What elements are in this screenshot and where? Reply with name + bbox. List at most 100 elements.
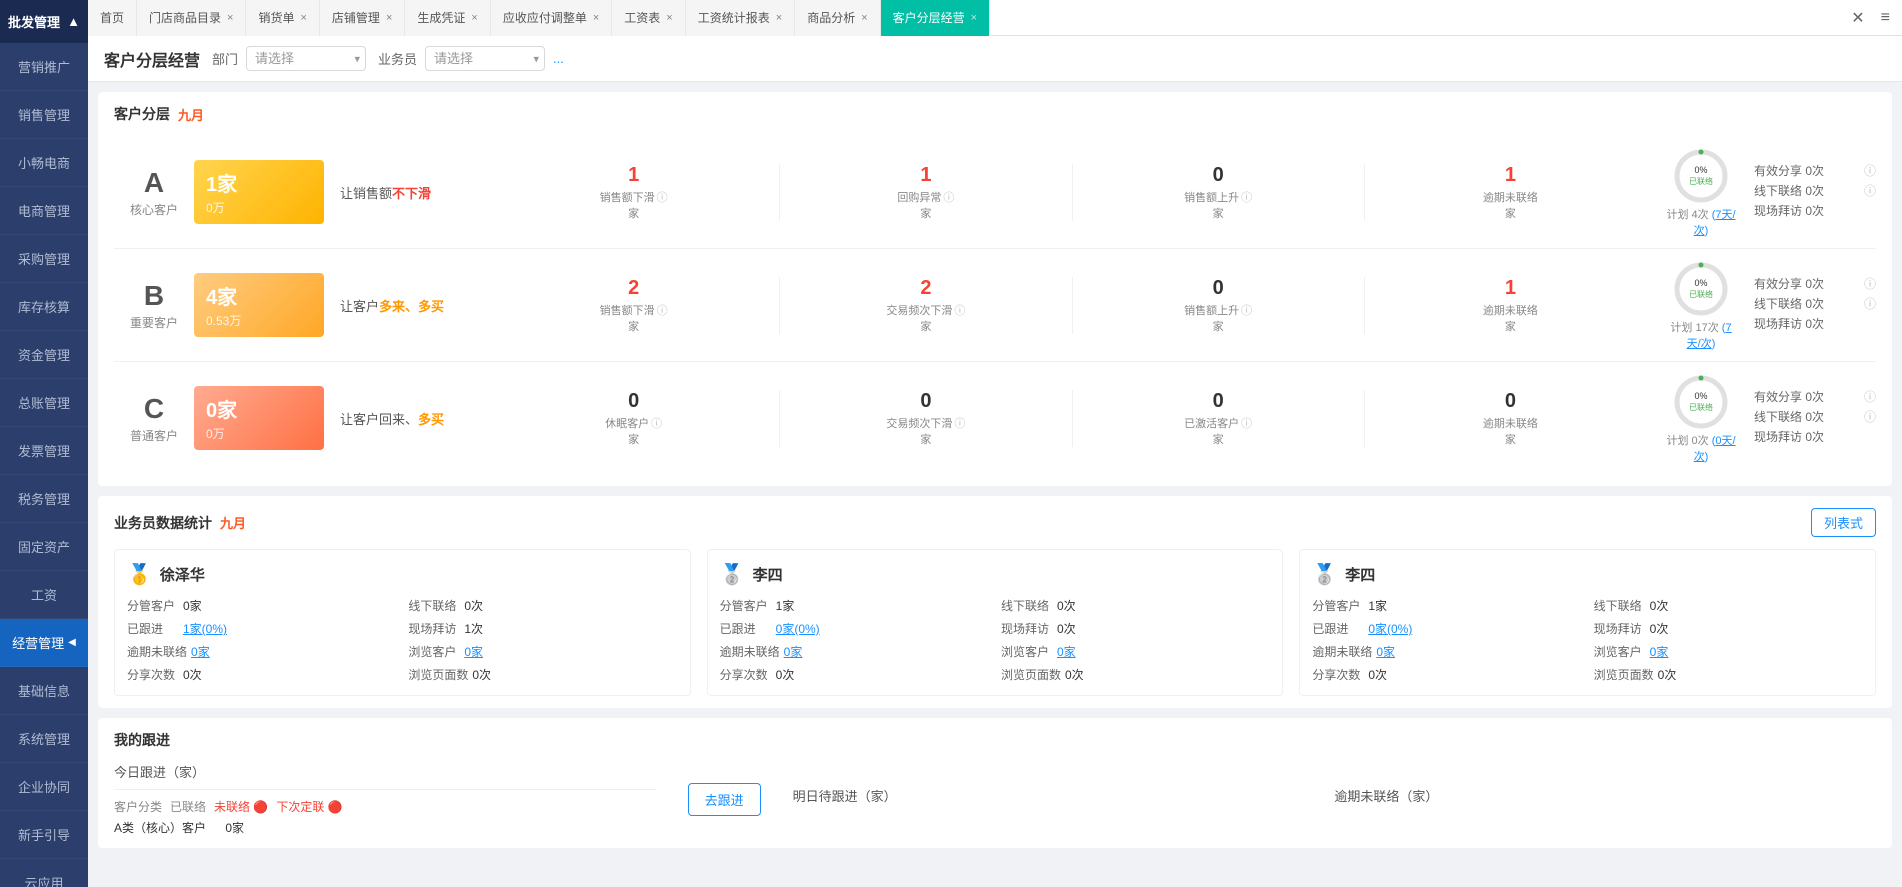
tier-amount-c: 0万 <box>206 425 312 442</box>
tab-close-icon[interactable]: × <box>593 12 599 24</box>
sidebar-item-企业协同[interactable]: 企业协同 <box>0 763 88 811</box>
info-icon[interactable]: ⓘ <box>954 415 965 431</box>
tab-门店商品目录[interactable]: 门店商品目录 × <box>137 0 246 36</box>
content-area: 客户分层经营 部门 请选择 业务员 请选择 ... <box>88 36 1902 887</box>
sidebar-item-云应用[interactable]: 云应用 <box>0 859 88 887</box>
goto-followup-button[interactable]: 去跟进 <box>688 783 761 816</box>
sidebar-item-固定资产[interactable]: 固定资产 <box>0 523 88 571</box>
sidebar-item-小畅电商[interactable]: 小畅电商 <box>0 139 88 187</box>
sidebar-item-经营管理[interactable]: 经营管理 ◀ <box>0 619 88 667</box>
dept-label: 部门 <box>212 49 238 68</box>
sidebar-item-税务管理[interactable]: 税务管理 <box>0 475 88 523</box>
metric-b-1[interactable]: 2 交易频次下滑ⓘ 家 <box>780 277 1072 334</box>
sidebar-item-销售管理[interactable]: 销售管理 <box>0 91 88 139</box>
sidebar-item-采购管理[interactable]: 采购管理 <box>0 235 88 283</box>
staff-name-1: 李四 <box>753 564 783 585</box>
tier-slogan-a: 让销售额不下滑 <box>340 183 480 202</box>
info-icon[interactable]: ⓘ <box>1241 415 1252 431</box>
info-icon[interactable]: ⓘ <box>1241 189 1252 205</box>
info-icon[interactable]: ⓘ <box>651 415 662 431</box>
sidebar-header[interactable]: 批发管理 ▲ <box>0 0 88 43</box>
tab-首页[interactable]: 首页 <box>88 0 137 36</box>
tab-close-icon[interactable]: × <box>227 12 233 24</box>
info-icon[interactable]: ⓘ <box>1864 388 1876 405</box>
tab-label: 客户分层经营 <box>893 9 965 26</box>
sidebar-item-营销推广[interactable]: 营销推广 <box>0 43 88 91</box>
staff-header-1: 🥈 李四 <box>720 562 1271 587</box>
tab-应收应付调整单[interactable]: 应收应付调整单 × <box>491 0 612 36</box>
info-icon[interactable]: ⓘ <box>657 302 668 318</box>
tab-商品分析[interactable]: 商品分析 × <box>795 0 880 36</box>
tab-bar: 首页 门店商品目录 × 销货单 × 店铺管理 × 生成凭证 × 应收应付调整单 … <box>88 0 1902 36</box>
sidebar-item-基础信息[interactable]: 基础信息 <box>0 667 88 715</box>
tab-工资统计报表[interactable]: 工资统计报表 × <box>686 0 795 36</box>
sidebar-item-库存核算[interactable]: 库存核算 <box>0 283 88 331</box>
metric-b-2[interactable]: 0 销售额上升ⓘ 家 <box>1073 277 1365 334</box>
info-icon[interactable]: ⓘ <box>1864 295 1876 312</box>
staff-stat-线下联络-2: 线下联络 0次 <box>1594 597 1863 614</box>
info-icon[interactable]: ⓘ <box>1864 182 1876 199</box>
tab-客户分层经营[interactable]: 客户分层经营 × <box>881 0 990 36</box>
metric-a-3[interactable]: 1 逾期未联络 家 <box>1365 164 1656 221</box>
circle-plan-c[interactable]: 计划 0次 (0天/次) <box>1664 432 1738 464</box>
info-icon[interactable]: ⓘ <box>954 302 965 318</box>
sidebar-item-系统管理[interactable]: 系统管理 <box>0 715 88 763</box>
sidebar-item-新手引导[interactable]: 新手引导 <box>0 811 88 859</box>
svg-text:0%: 0% <box>1694 391 1707 401</box>
followup-overdue-col: 逾期未联络（家） <box>1334 786 1876 813</box>
tab-more-icon[interactable]: ≡ <box>1877 5 1894 31</box>
tab-close-icon[interactable]: × <box>300 12 306 24</box>
tier-count-c[interactable]: 0家 0万 <box>194 386 324 450</box>
info-icon[interactable]: ⓘ <box>943 189 954 205</box>
sidebar-item-发票管理[interactable]: 发票管理 <box>0 427 88 475</box>
info-icon[interactable]: ⓘ <box>1864 275 1876 292</box>
tab-close-icon[interactable]: × <box>971 12 977 24</box>
dept-select[interactable]: 请选择 <box>246 46 366 71</box>
info-icon[interactable]: ⓘ <box>1241 302 1252 318</box>
sidebar-item-工资[interactable]: 工资 <box>0 571 88 619</box>
metric-c-3[interactable]: 0 逾期未联络 家 <box>1365 390 1656 447</box>
tier-count-b[interactable]: 4家 0.53万 <box>194 273 324 337</box>
more-button[interactable]: ... <box>553 51 564 66</box>
tab-close-all-icon[interactable]: ✕ <box>1847 4 1868 32</box>
sidebar-toggle-icon[interactable]: ▲ <box>67 14 80 29</box>
metric-c-2[interactable]: 0 已激活客户ⓘ 家 <box>1073 390 1365 447</box>
info-icon[interactable]: ⓘ <box>1864 408 1876 425</box>
staff-stat-分管客户-2: 分管客户 1家 <box>1312 597 1581 614</box>
tab-close-icon[interactable]: × <box>386 12 392 24</box>
info-icon[interactable]: ⓘ <box>657 189 668 205</box>
staff-header-2: 🥈 李四 <box>1312 562 1863 587</box>
circle-plan-a[interactable]: 计划 4次 (7天/次) <box>1664 206 1738 238</box>
tab-close-icon[interactable]: × <box>471 12 477 24</box>
metric-c-1[interactable]: 0 交易频次下滑ⓘ 家 <box>780 390 1072 447</box>
customer-tier-section: 客户分层 九月 A 核心客户 1家 0万 让销售额不下滑 1 <box>98 92 1892 486</box>
tab-close-icon[interactable]: × <box>666 12 672 24</box>
staff-stat-分享次数-2: 分享次数 0次 <box>1312 666 1581 683</box>
circle-svg-c: 0% 已联络 <box>1671 372 1731 432</box>
tab-店铺管理[interactable]: 店铺管理 × <box>320 0 405 36</box>
tab-生成凭证[interactable]: 生成凭证 × <box>405 0 490 36</box>
sidebar-item-总账管理[interactable]: 总账管理 <box>0 379 88 427</box>
circle-plan-b[interactable]: 计划 17次 (7天/次) <box>1664 319 1738 351</box>
sidebar-item-电商管理[interactable]: 电商管理 <box>0 187 88 235</box>
metric-a-2[interactable]: 0 销售额上升ⓘ 家 <box>1073 164 1365 221</box>
tier-count-a[interactable]: 1家 0万 <box>194 160 324 224</box>
metric-a-1[interactable]: 1 回购异常ⓘ 家 <box>780 164 1072 221</box>
sidebar-item-label: 云应用 <box>24 876 63 887</box>
metric-a-0[interactable]: 1 销售额下滑ⓘ 家 <box>488 164 780 221</box>
list-view-button[interactable]: 列表式 <box>1811 508 1876 537</box>
tab-工资表[interactable]: 工资表 × <box>612 0 685 36</box>
info-icon[interactable]: ⓘ <box>1864 162 1876 179</box>
sidebar-item-label: 新手引导 <box>18 828 70 843</box>
staff-select[interactable]: 请选择 <box>425 46 545 71</box>
metric-b-0[interactable]: 2 销售额下滑ⓘ 家 <box>488 277 780 334</box>
sidebar-item-资金管理[interactable]: 资金管理 <box>0 331 88 379</box>
svg-text:已联络: 已联络 <box>1689 289 1713 299</box>
tab-close-icon[interactable]: × <box>776 12 782 24</box>
tab-close-icon[interactable]: × <box>861 12 867 24</box>
tab-销货单[interactable]: 销货单 × <box>246 0 319 36</box>
metric-c-0[interactable]: 0 休眠客户ⓘ 家 <box>488 390 780 447</box>
metric-b-3[interactable]: 1 逾期未联络 家 <box>1365 277 1656 334</box>
followup-title: 我的跟进 <box>114 730 1876 750</box>
staff-stat-分享次数-1: 分享次数 0次 <box>720 666 989 683</box>
